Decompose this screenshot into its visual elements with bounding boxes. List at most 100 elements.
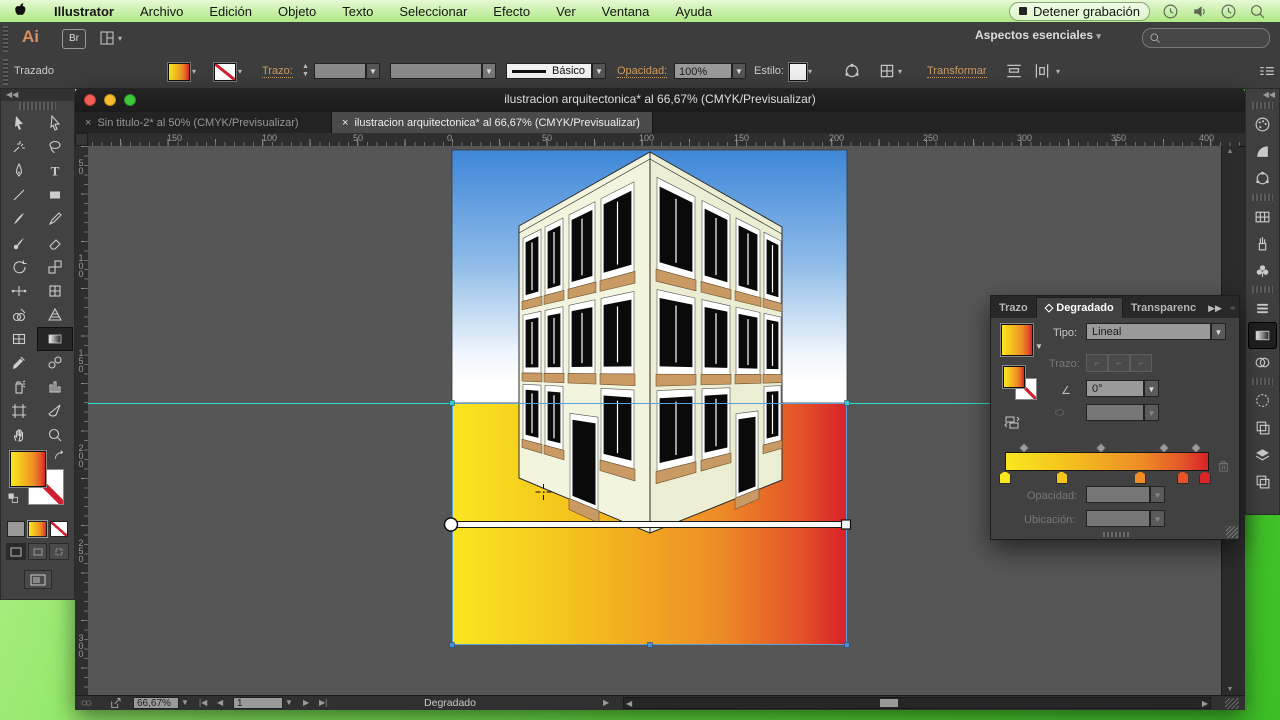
type-tool[interactable]: T — [37, 159, 73, 183]
menu-seleccionar[interactable]: Seleccionar — [386, 4, 480, 19]
eraser-tool[interactable] — [37, 231, 73, 255]
appbar-grip[interactable] — [3, 26, 8, 52]
selection-tool[interactable] — [1, 111, 37, 135]
horizontal-ruler[interactable]: 150 100 50 0 50 100 150 200 250 300 350 400 — [88, 133, 1245, 147]
horizontal-scrollbar[interactable]: ◀ ▶ — [623, 697, 1211, 709]
next-artboard-button[interactable]: ▶ — [303, 697, 309, 709]
color-guide-panel-icon[interactable] — [1246, 138, 1279, 165]
scroll-up-arrow[interactable]: ▲ — [1222, 146, 1238, 158]
color-button[interactable] — [7, 521, 26, 537]
stroke-along-button[interactable]: ⌐ — [1108, 354, 1130, 372]
zoom-dropdown[interactable]: ▼ — [181, 697, 189, 709]
menu-ayuda[interactable]: Ayuda — [662, 4, 725, 19]
panel-collapse-icon[interactable]: ▶▶ — [1204, 303, 1226, 318]
direct-selection-tool[interactable] — [37, 111, 73, 135]
stop-location-field[interactable] — [1086, 510, 1150, 527]
dock-grip[interactable] — [1252, 102, 1273, 109]
stroke-dropdown-arrow[interactable]: ▾ — [238, 67, 242, 76]
symbol-sprayer-tool[interactable] — [1, 375, 37, 399]
swap-fill-stroke-icon[interactable] — [53, 449, 66, 462]
controlbar-menu-icon[interactable] — [1258, 62, 1276, 80]
brushes-panel-icon[interactable] — [1246, 230, 1279, 257]
brush-definition-dropdown[interactable]: ▼ — [592, 63, 606, 79]
angle-dropdown-arrow[interactable]: ▼ — [1144, 380, 1159, 397]
swatches-panel-icon[interactable] — [1246, 203, 1279, 230]
share-icon[interactable] — [109, 697, 122, 709]
reverse-gradient-icon[interactable] — [1003, 414, 1021, 430]
draw-behind-button[interactable] — [27, 543, 48, 560]
menu-edicion[interactable]: Edición — [196, 4, 265, 19]
prev-artboard-button[interactable]: ◀ — [217, 697, 223, 709]
stroke-swatch[interactable] — [214, 63, 236, 81]
arrange-documents-button[interactable]: ▾ — [100, 29, 134, 47]
color-panel-icon[interactable] — [1246, 111, 1279, 138]
style-swatch[interactable] — [789, 63, 807, 81]
tab-close-icon[interactable]: × — [342, 117, 348, 129]
panel-resize-corner[interactable] — [1226, 526, 1238, 538]
clock-icon[interactable] — [1220, 3, 1237, 20]
select-similar-icon[interactable] — [878, 62, 896, 80]
gradient-stop[interactable] — [1055, 471, 1068, 484]
ruler-origin-box[interactable] — [75, 133, 88, 146]
draw-inside-button[interactable] — [49, 543, 70, 560]
opacity-field[interactable]: 100% — [674, 63, 732, 79]
rotate-tool[interactable] — [1, 255, 37, 279]
stroke-across-button[interactable]: ⌐ — [1130, 354, 1152, 372]
gradient-swatch-dropdown[interactable]: ▼ — [1035, 342, 1043, 351]
fill-proxy[interactable] — [10, 451, 46, 487]
line-segment-tool[interactable] — [1, 183, 37, 207]
dock-grip[interactable] — [1252, 378, 1273, 385]
align-dropdown[interactable]: ▾ — [1056, 67, 1060, 76]
stroke-within-button[interactable]: ⌐ — [1086, 354, 1108, 372]
free-transform-tool[interactable] — [37, 279, 73, 303]
stop-location-dropdown[interactable]: ▼ — [1150, 510, 1165, 527]
variable-width-dropdown[interactable]: ▼ — [482, 63, 496, 79]
menu-ver[interactable]: Ver — [543, 4, 589, 19]
panel-bottom-grip[interactable] — [1103, 532, 1129, 537]
tools-drag-grip[interactable] — [19, 102, 56, 110]
menu-archivo[interactable]: Archivo — [127, 4, 196, 19]
transparency-panel-icon[interactable] — [1246, 349, 1279, 376]
menu-illustrator[interactable]: Illustrator — [41, 4, 127, 19]
spotlight-icon[interactable] — [1249, 3, 1266, 20]
menu-objeto[interactable]: Objeto — [265, 4, 329, 19]
screen-mode-button[interactable] — [23, 570, 52, 589]
scroll-left-arrow[interactable]: ◀ — [626, 698, 632, 710]
blob-brush-tool[interactable] — [1, 231, 37, 255]
gradient-stop[interactable] — [999, 471, 1011, 484]
volume-icon[interactable] — [1191, 3, 1208, 20]
scale-tool[interactable] — [37, 255, 73, 279]
zoom-level-field[interactable]: 66,67% — [133, 697, 179, 709]
hand-tool[interactable] — [1, 423, 37, 447]
menu-efecto[interactable]: Efecto — [480, 4, 543, 19]
tab-trazo[interactable]: Trazo — [991, 299, 1036, 318]
fill-dropdown-arrow[interactable]: ▾ — [192, 67, 196, 76]
document-tab-active[interactable]: × ilustracion arquitectonica* al 66,67% … — [332, 112, 653, 133]
window-resize-grip[interactable] — [1225, 698, 1239, 709]
none-button[interactable] — [49, 521, 68, 537]
angle-field[interactable]: 0° — [1086, 380, 1144, 397]
graphic-styles-panel-icon[interactable] — [1246, 414, 1279, 441]
gradient-preview-swatch[interactable] — [1001, 324, 1033, 356]
stroke-weight-field[interactable] — [314, 63, 366, 79]
artboards-panel-icon[interactable] — [1246, 468, 1279, 495]
default-fill-stroke-icon[interactable] — [6, 491, 20, 503]
workspace-switcher[interactable]: Aspectos esenciales ▾ — [975, 28, 1101, 42]
gradient-stop[interactable] — [1134, 471, 1147, 484]
search-input[interactable] — [1142, 28, 1270, 48]
rectangle-tool[interactable] — [37, 183, 73, 207]
type-dropdown[interactable]: Lineal — [1086, 323, 1211, 340]
artboard-number-field[interactable]: 1 — [233, 697, 283, 709]
slice-tool[interactable] — [37, 399, 73, 423]
style-dropdown-arrow[interactable]: ▾ — [808, 67, 812, 76]
draw-normal-button[interactable] — [6, 543, 26, 560]
aspect-ratio-dropdown[interactable]: ▼ — [1144, 404, 1159, 421]
appearance-panel-icon[interactable] — [1246, 387, 1279, 414]
mesh-tool[interactable] — [1, 327, 37, 351]
blend-tool[interactable] — [37, 351, 73, 375]
stop-opacity-dropdown[interactable]: ▼ — [1150, 486, 1165, 503]
first-artboard-button[interactable]: |◀ — [199, 697, 207, 709]
panel-fill-proxy[interactable] — [1003, 366, 1025, 388]
last-artboard-button[interactable]: ▶| — [319, 697, 327, 709]
column-graph-tool[interactable] — [37, 375, 73, 399]
